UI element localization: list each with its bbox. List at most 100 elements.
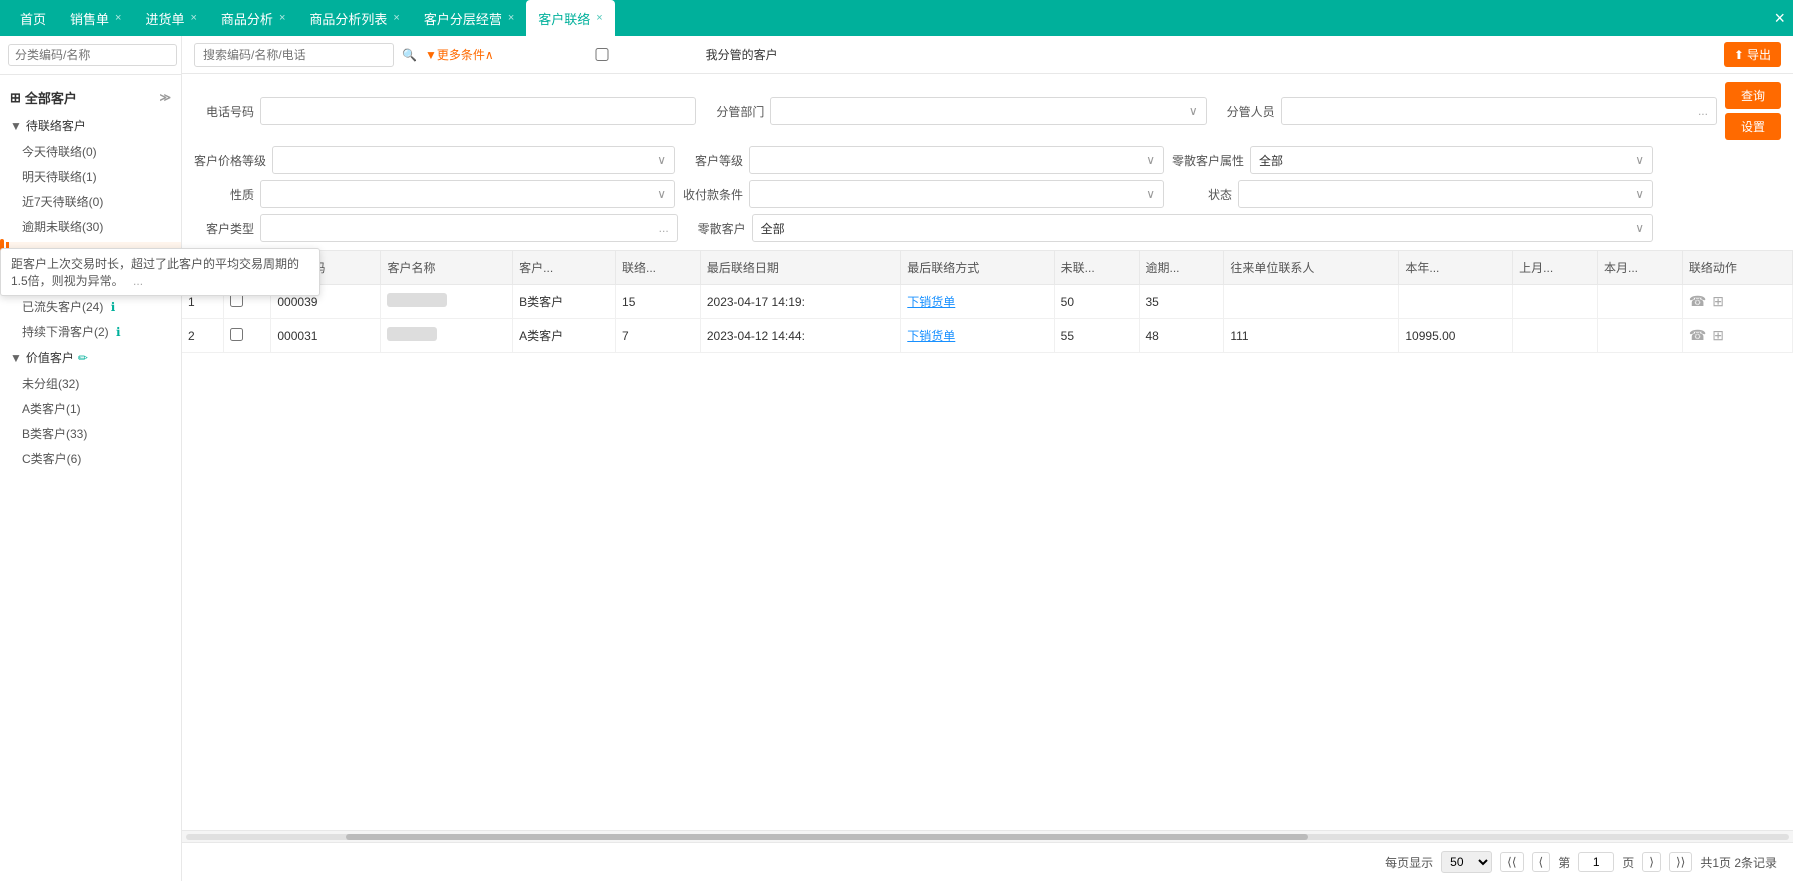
phone-input[interactable] [260,97,696,125]
row2-uncontacted: 55 [1054,319,1139,353]
row1-method-link[interactable]: 下销货单 [907,295,955,309]
total-info: 共1页 2条记录 [1700,854,1777,871]
page-label: 第 [1558,854,1570,871]
sidebar-item-overdue[interactable]: 逾期未联络(30) [0,214,181,239]
retail-attr-input[interactable]: 全部 ∨ [1250,146,1653,174]
nav-purchase[interactable]: 进货单 × [133,0,208,36]
payment-field: 收付款条件 ∨ [683,180,1164,208]
retail-customer-input[interactable]: 全部 ∨ [752,214,1653,242]
status-input[interactable]: ∨ [1238,180,1653,208]
scroll-thumb[interactable] [346,834,1308,840]
per-page-label: 每页显示 [1385,854,1433,871]
nav-product-analysis-list[interactable]: 商品分析列表 × [297,0,411,36]
row2-method-link[interactable]: 下销货单 [907,329,955,343]
price-grade-input[interactable]: ∨ [272,146,675,174]
sidebar-search-input[interactable] [8,44,177,66]
info-icon-4: ℹ [116,325,121,339]
payment-input[interactable]: ∨ [749,180,1164,208]
arrow-icon-2: ▼ [10,351,22,365]
more-conditions-btn[interactable]: ▼ 更多条件 ∧ [425,46,494,63]
nav-sales[interactable]: 销售单 × [58,0,133,36]
main-layout: 🔍 ⊞ 全部客户 ≫ ▼ 待联络客户 今天待联络(0) 明天待联络(1) [0,36,1793,881]
sidebar-item-lost[interactable]: 已流失客户(24) ℹ [0,294,181,319]
per-page-select[interactable]: 50 20 100 [1441,851,1492,873]
first-page-btn[interactable]: ⟨⟨ [1500,852,1523,872]
sidebar-item-today[interactable]: 今天待联络(0) [0,139,181,164]
page-num-input[interactable] [1578,852,1614,872]
retail-attr-arrow: ∨ [1635,153,1644,167]
row2-select[interactable] [230,328,243,341]
my-customer-check[interactable] [502,48,702,61]
row1-grade: B类客户 [513,285,616,319]
collapse-icon: ≫ [159,91,171,104]
section-value-title[interactable]: ▼ 价值客户 ✏ [0,344,181,371]
row2-grid-icon[interactable]: ⊞ [1712,327,1724,344]
customer-type-input[interactable]: ... [260,214,678,242]
row1-grid-icon[interactable]: ⊞ [1712,293,1724,310]
nav-product-analysis-list-close[interactable]: × [393,12,399,24]
payment-arrow: ∨ [1146,187,1155,201]
export-icon: ⬆ [1734,48,1744,62]
row2-code: 000031 [271,319,381,353]
query-button[interactable]: 查询 [1725,82,1781,109]
search-input[interactable] [194,43,394,67]
nav-customer-contact-close[interactable]: × [596,12,602,24]
sidebar-item-a-class[interactable]: A类客户(1) [0,396,181,421]
table-area: ⚙ 客户编码 客户名称 客户... 联络... 最后联络日期 最后联络方式 未联… [182,251,1793,830]
dots-icon: ... [659,221,669,235]
col-year-amount: 本年... [1399,251,1513,285]
sidebar-item-tomorrow[interactable]: 明天待联络(1) [0,164,181,189]
col-last-method: 最后联络方式 [901,251,1054,285]
sidebar-item-ungrouped[interactable]: 未分组(32) [0,371,181,396]
section-pending-contact: ▼ 待联络客户 今天待联络(0) 明天待联络(1) 近7天待联络(0) 逾期未联… [0,112,181,239]
price-grade-field: 客户价格等级 ∨ [194,146,675,174]
section-pending-contact-title[interactable]: ▼ 待联络客户 [0,112,181,139]
row2-name[interactable] [381,319,513,353]
col-action: 联络动作 [1682,251,1792,285]
row2-last-month [1513,319,1598,353]
nav-home[interactable]: 首页 [8,0,58,36]
nav-sales-close[interactable]: × [115,12,121,24]
row2-phone-icon[interactable]: ☎ [1689,327,1706,344]
row1-uncontacted: 50 [1054,285,1139,319]
grade-input[interactable]: ∨ [749,146,1164,174]
gender-input[interactable]: ∨ [260,180,675,208]
section-value-customer: ▼ 价值客户 ✏ 未分组(32) A类客户(1) B类客户(33) C类客户(6… [0,344,181,471]
sidebar-search-area: 🔍 [0,36,181,75]
nav-customer-tier[interactable]: 客户分层经营 × [412,0,526,36]
my-customer-checkbox[interactable]: 我分管的客户 [502,46,778,63]
nav-close-all[interactable]: × [1774,8,1785,29]
dept-input[interactable]: ∨ [770,97,1206,125]
nav-product-analysis-close[interactable]: × [279,12,285,24]
row2-checkbox[interactable] [224,319,271,353]
horizontal-scrollbar[interactable] [186,834,1789,840]
row1-name[interactable] [381,285,513,319]
sidebar-item-b-class[interactable]: B类客户(33) [0,421,181,446]
last-page-btn[interactable]: ⟩⟩ [1669,852,1692,872]
settings-button[interactable]: 设置 [1725,113,1781,140]
edit-icon[interactable]: ✏ [78,351,88,365]
sidebar-item-7days[interactable]: 近7天待联络(0) [0,189,181,214]
row2-last-method[interactable]: 下销货单 [901,319,1054,353]
row1-phone-icon[interactable]: ☎ [1689,293,1706,310]
table-row: 2 000031 A类客户 7 2023-04-12 14:44: 下销货单 5… [182,319,1793,353]
row2-num: 2 [182,319,224,353]
nav-product-analysis[interactable]: 商品分析 × [209,0,297,36]
nav-customer-contact[interactable]: 客户联络 × [526,0,614,36]
row2-action: ☎ ⊞ [1682,319,1792,353]
filter-row-2: 客户价格等级 ∨ 客户等级 ∨ 零散客户属性 全部 ∨ [194,146,1781,174]
sidebar-item-c-class[interactable]: C类客户(6) [0,446,181,471]
sidebar-item-declining[interactable]: 持续下滑客户(2) ℹ [0,319,181,344]
row2-this-month [1597,319,1682,353]
row2-name-blur [387,327,437,341]
nav-purchase-close[interactable]: × [190,12,196,24]
sidebar-all-customers[interactable]: ⊞ 全部客户 ≫ [0,83,181,112]
nav-customer-tier-close[interactable]: × [508,12,514,24]
prev-page-btn[interactable]: ⟨ [1532,852,1551,872]
person-input[interactable]: ... [1281,97,1717,125]
export-button[interactable]: ⬆ 导出 [1724,42,1781,67]
row1-last-method[interactable]: 下销货单 [901,285,1054,319]
col-last-month: 上月... [1513,251,1598,285]
search-button[interactable]: 🔍 [402,48,417,62]
next-page-btn[interactable]: ⟩ [1642,852,1661,872]
